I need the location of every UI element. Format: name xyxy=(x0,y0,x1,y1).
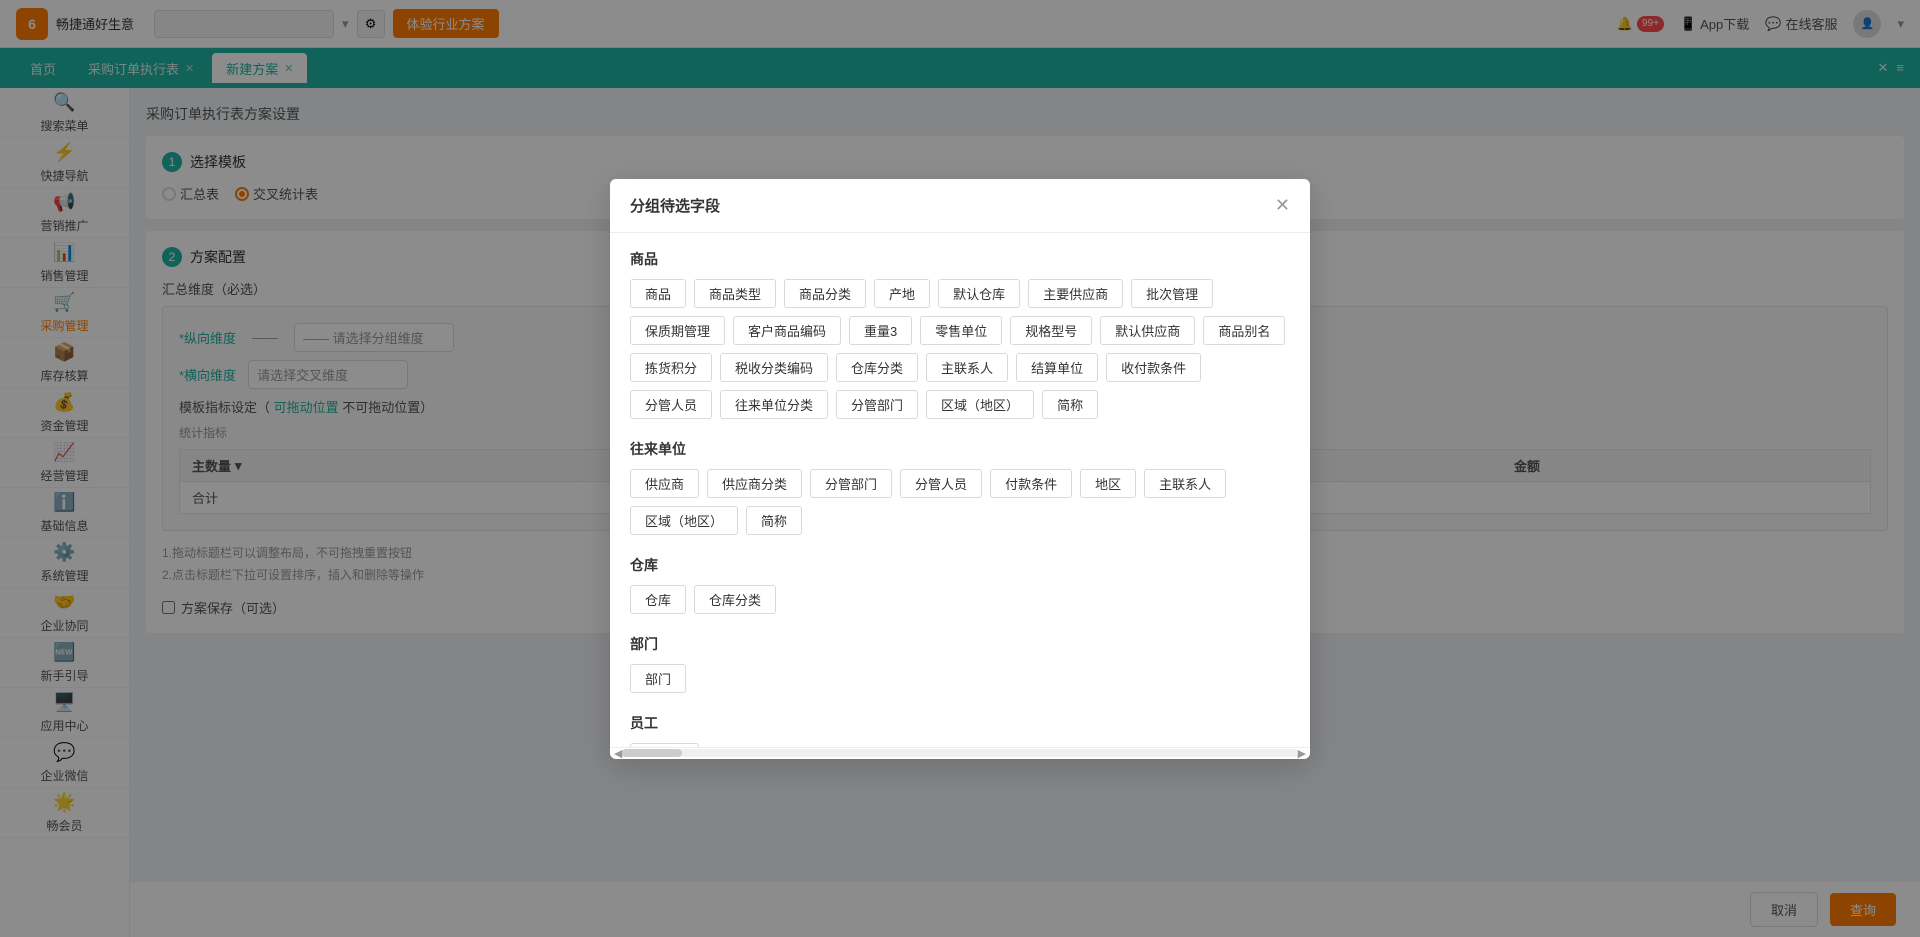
field-tag[interactable]: 主联系人 xyxy=(1144,469,1226,498)
field-group-partner: 往来单位 供应商 供应商分类 分管部门 分管人员 付款条件 地区 主联系人 区域… xyxy=(630,439,1290,535)
field-tag[interactable]: 简称 xyxy=(746,506,802,535)
field-tag[interactable]: 税收分类编码 xyxy=(720,353,828,382)
field-tag[interactable]: 收付款条件 xyxy=(1106,353,1201,382)
modal-header: 分组待选字段 ✕ xyxy=(610,179,1310,233)
modal-title: 分组待选字段 xyxy=(630,195,720,216)
field-tag[interactable]: 分管部门 xyxy=(836,390,918,419)
field-group-title-dept: 部门 xyxy=(630,634,1290,654)
field-tag[interactable]: 重量3 xyxy=(849,316,912,345)
field-tag[interactable]: 保质期管理 xyxy=(630,316,725,345)
field-group-title-product: 商品 xyxy=(630,249,1290,269)
field-tag[interactable]: 往来单位分类 xyxy=(720,390,828,419)
modal-overlay: 分组待选字段 ✕ 商品 商品 商品类型 商品分类 产地 默认仓库 主要供应商 批… xyxy=(0,0,1920,937)
field-group-title-staff: 员工 xyxy=(630,713,1290,733)
modal-hscroll: ◀ ▶ xyxy=(610,747,1310,759)
modal-body: 商品 商品 商品类型 商品分类 产地 默认仓库 主要供应商 批次管理 保质期管理… xyxy=(610,233,1310,747)
field-tag[interactable]: 付款条件 xyxy=(990,469,1072,498)
product-fields: 商品 商品类型 商品分类 产地 默认仓库 主要供应商 批次管理 保质期管理 客户… xyxy=(630,279,1290,419)
field-tag[interactable]: 商品类型 xyxy=(694,279,776,308)
field-tag[interactable]: 零售单位 xyxy=(920,316,1002,345)
warehouse-fields: 仓库 仓库分类 xyxy=(630,585,1290,614)
field-tag[interactable]: 地区 xyxy=(1080,469,1136,498)
field-tag[interactable]: 仓库分类 xyxy=(836,353,918,382)
field-tag[interactable]: 供应商分类 xyxy=(707,469,802,498)
field-tag[interactable]: 商品 xyxy=(630,279,686,308)
field-tag[interactable]: 商品别名 xyxy=(1203,316,1285,345)
field-tag[interactable]: 部门 xyxy=(630,664,686,693)
field-group-staff: 员工 业务员 xyxy=(630,713,1290,747)
field-tag[interactable]: 仓库分类 xyxy=(694,585,776,614)
field-tag[interactable]: 简称 xyxy=(1042,390,1098,419)
field-tag[interactable]: 区域（地区） xyxy=(926,390,1034,419)
modal-close-btn[interactable]: ✕ xyxy=(1275,195,1290,216)
partner-fields: 供应商 供应商分类 分管部门 分管人员 付款条件 地区 主联系人 区域（地区） … xyxy=(630,469,1290,535)
modal: 分组待选字段 ✕ 商品 商品 商品类型 商品分类 产地 默认仓库 主要供应商 批… xyxy=(610,179,1310,759)
field-tag[interactable]: 默认仓库 xyxy=(938,279,1020,308)
field-group-warehouse: 仓库 仓库 仓库分类 xyxy=(630,555,1290,614)
field-tag[interactable]: 区域（地区） xyxy=(630,506,738,535)
field-group-product: 商品 商品 商品类型 商品分类 产地 默认仓库 主要供应商 批次管理 保质期管理… xyxy=(630,249,1290,419)
field-group-dept: 部门 部门 xyxy=(630,634,1290,693)
hscroll-right-icon[interactable]: ▶ xyxy=(1298,747,1306,760)
field-tag[interactable]: 拣货积分 xyxy=(630,353,712,382)
hscroll-left-icon[interactable]: ◀ xyxy=(614,747,622,760)
field-tag[interactable]: 产地 xyxy=(874,279,930,308)
field-tag[interactable]: 分管人员 xyxy=(630,390,712,419)
field-tag[interactable]: 结算单位 xyxy=(1016,353,1098,382)
field-tag[interactable]: 默认供应商 xyxy=(1100,316,1195,345)
field-tag[interactable]: 规格型号 xyxy=(1010,316,1092,345)
hscroll-thumb xyxy=(622,749,682,757)
field-tag[interactable]: 主联系人 xyxy=(926,353,1008,382)
field-tag[interactable]: 批次管理 xyxy=(1131,279,1213,308)
hscroll-track xyxy=(622,749,1297,757)
field-group-title-warehouse: 仓库 xyxy=(630,555,1290,575)
field-tag[interactable]: 仓库 xyxy=(630,585,686,614)
field-tag[interactable]: 客户商品编码 xyxy=(733,316,841,345)
field-tag[interactable]: 分管部门 xyxy=(810,469,892,498)
field-tag[interactable]: 主要供应商 xyxy=(1028,279,1123,308)
dept-fields: 部门 xyxy=(630,664,1290,693)
field-tag[interactable]: 商品分类 xyxy=(784,279,866,308)
field-tag[interactable]: 供应商 xyxy=(630,469,699,498)
field-tag[interactable]: 分管人员 xyxy=(900,469,982,498)
field-group-title-partner: 往来单位 xyxy=(630,439,1290,459)
